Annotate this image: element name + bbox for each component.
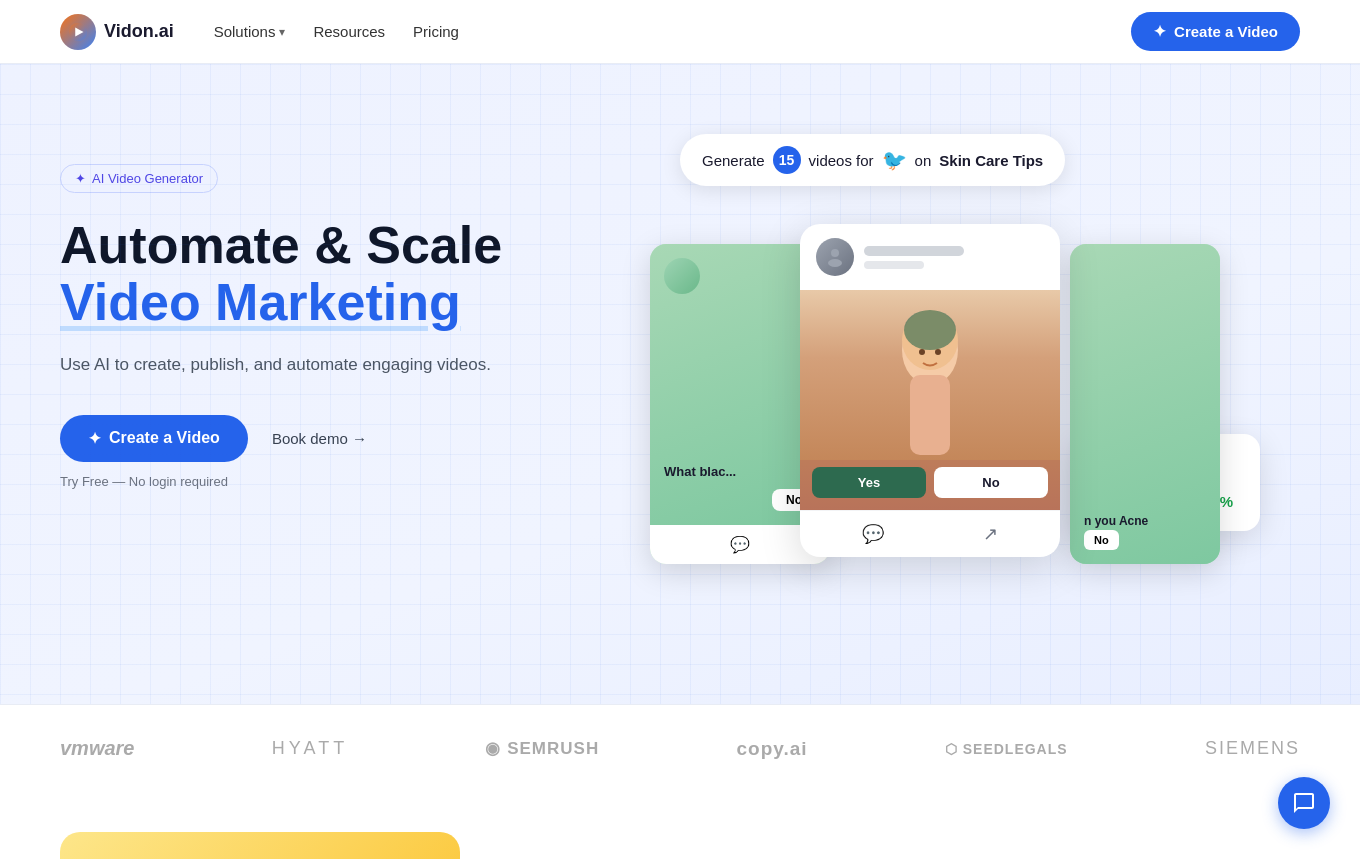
bottom-preview-card xyxy=(60,832,460,859)
brand-vmware: vmware xyxy=(60,737,135,760)
svg-point-8 xyxy=(919,349,925,355)
svg-rect-7 xyxy=(910,375,950,455)
hero-mockup: Generate 15 videos for 🐦 on Skin Care Ti… xyxy=(620,124,1300,704)
brand-hyatt: HYATT xyxy=(272,738,348,759)
generate-count: 15 xyxy=(773,146,801,174)
comment-icon: 💬 xyxy=(730,535,750,554)
left-card-text: What blac... xyxy=(664,464,816,481)
left-card-no: No xyxy=(664,489,816,511)
nav-solutions[interactable]: Solutions ▾ xyxy=(214,23,286,40)
brand-siemens: SIEMENS xyxy=(1205,738,1300,759)
svg-point-3 xyxy=(828,259,842,267)
brand-seedlegals: ⬡ SEEDLEGALS xyxy=(945,741,1068,757)
nav-links: Solutions ▾ Resources Pricing xyxy=(214,23,459,40)
logo-text: Vidon.ai xyxy=(104,21,174,42)
svg-point-2 xyxy=(831,249,839,257)
solutions-chevron-icon: ▾ xyxy=(279,25,285,39)
navbar-left: Vidon.ai Solutions ▾ Resources Pricing xyxy=(60,14,459,50)
card-right: n you Acne No xyxy=(1070,244,1220,564)
twitter-icon: 🐦 xyxy=(882,148,907,172)
poll-image-area: Is caffeine good for the skin? Yes No xyxy=(800,290,1060,510)
logo[interactable]: Vidon.ai xyxy=(60,14,174,50)
card-footer: 💬 ↗ xyxy=(800,510,1060,557)
badge-sparkle-icon: ✦ xyxy=(75,171,86,186)
right-card-no-btn: No xyxy=(1084,530,1119,550)
comment-footer-icon[interactable]: 💬 xyxy=(862,523,884,545)
poll-yes-button[interactable]: Yes xyxy=(812,467,926,498)
sparkle-icon: ✦ xyxy=(1153,22,1166,41)
right-card-text: n you Acne xyxy=(1084,514,1206,530)
hero-note: Try Free — No login required xyxy=(60,474,580,489)
hero-sparkle-icon: ✦ xyxy=(88,429,101,448)
brands-bar: vmware HYATT ◉ SEMRUSH copy.ai ⬡ SEEDLEG… xyxy=(0,704,1360,792)
left-card-avatar xyxy=(664,258,700,294)
share-footer-icon[interactable]: ↗ xyxy=(983,523,998,545)
card-center: Is caffeine good for the skin? Yes No 💬 … xyxy=(800,224,1060,557)
svg-point-6 xyxy=(904,310,956,350)
hero-subtitle: Use AI to create, publish, and automate … xyxy=(60,351,580,378)
card-header xyxy=(800,224,1060,290)
svg-point-9 xyxy=(935,349,941,355)
poll-no-button[interactable]: No xyxy=(934,467,1048,498)
chat-button[interactable] xyxy=(1278,777,1330,829)
poll-buttons: Yes No xyxy=(800,467,1060,510)
hero-actions: ✦ Create a Video Book demo → xyxy=(60,415,580,462)
navbar: Vidon.ai Solutions ▾ Resources Pricing ✦… xyxy=(0,0,1360,64)
hero-create-button[interactable]: ✦ Create a Video xyxy=(60,415,248,462)
bottom-section xyxy=(0,792,1360,859)
right-card-content: n you Acne No xyxy=(1070,244,1220,564)
brand-semrush: ◉ SEMRUSH xyxy=(485,738,599,759)
hero-section: ✦ AI Video Generator Automate & Scale Vi… xyxy=(0,64,1360,704)
hero-left: ✦ AI Video Generator Automate & Scale Vi… xyxy=(60,124,580,489)
card-name-lines xyxy=(864,246,964,269)
card-avatar xyxy=(816,238,854,276)
brand-copyai: copy.ai xyxy=(736,738,807,760)
nav-pricing[interactable]: Pricing xyxy=(413,23,459,40)
nav-create-button[interactable]: ✦ Create a Video xyxy=(1131,12,1300,51)
hero-title-line2: Video Marketing xyxy=(60,274,580,331)
hero-title-line1: Automate & Scale xyxy=(60,217,580,274)
generate-pill: Generate 15 videos for 🐦 on Skin Care Ti… xyxy=(680,134,1065,186)
hero-demo-link[interactable]: Book demo → xyxy=(272,430,367,447)
person-face xyxy=(800,290,1060,460)
generate-topic: Skin Care Tips xyxy=(939,152,1043,169)
logo-icon xyxy=(60,14,96,50)
nav-resources[interactable]: Resources xyxy=(313,23,385,40)
hero-badge: ✦ AI Video Generator xyxy=(60,164,218,193)
poll-person-image xyxy=(800,290,1060,460)
